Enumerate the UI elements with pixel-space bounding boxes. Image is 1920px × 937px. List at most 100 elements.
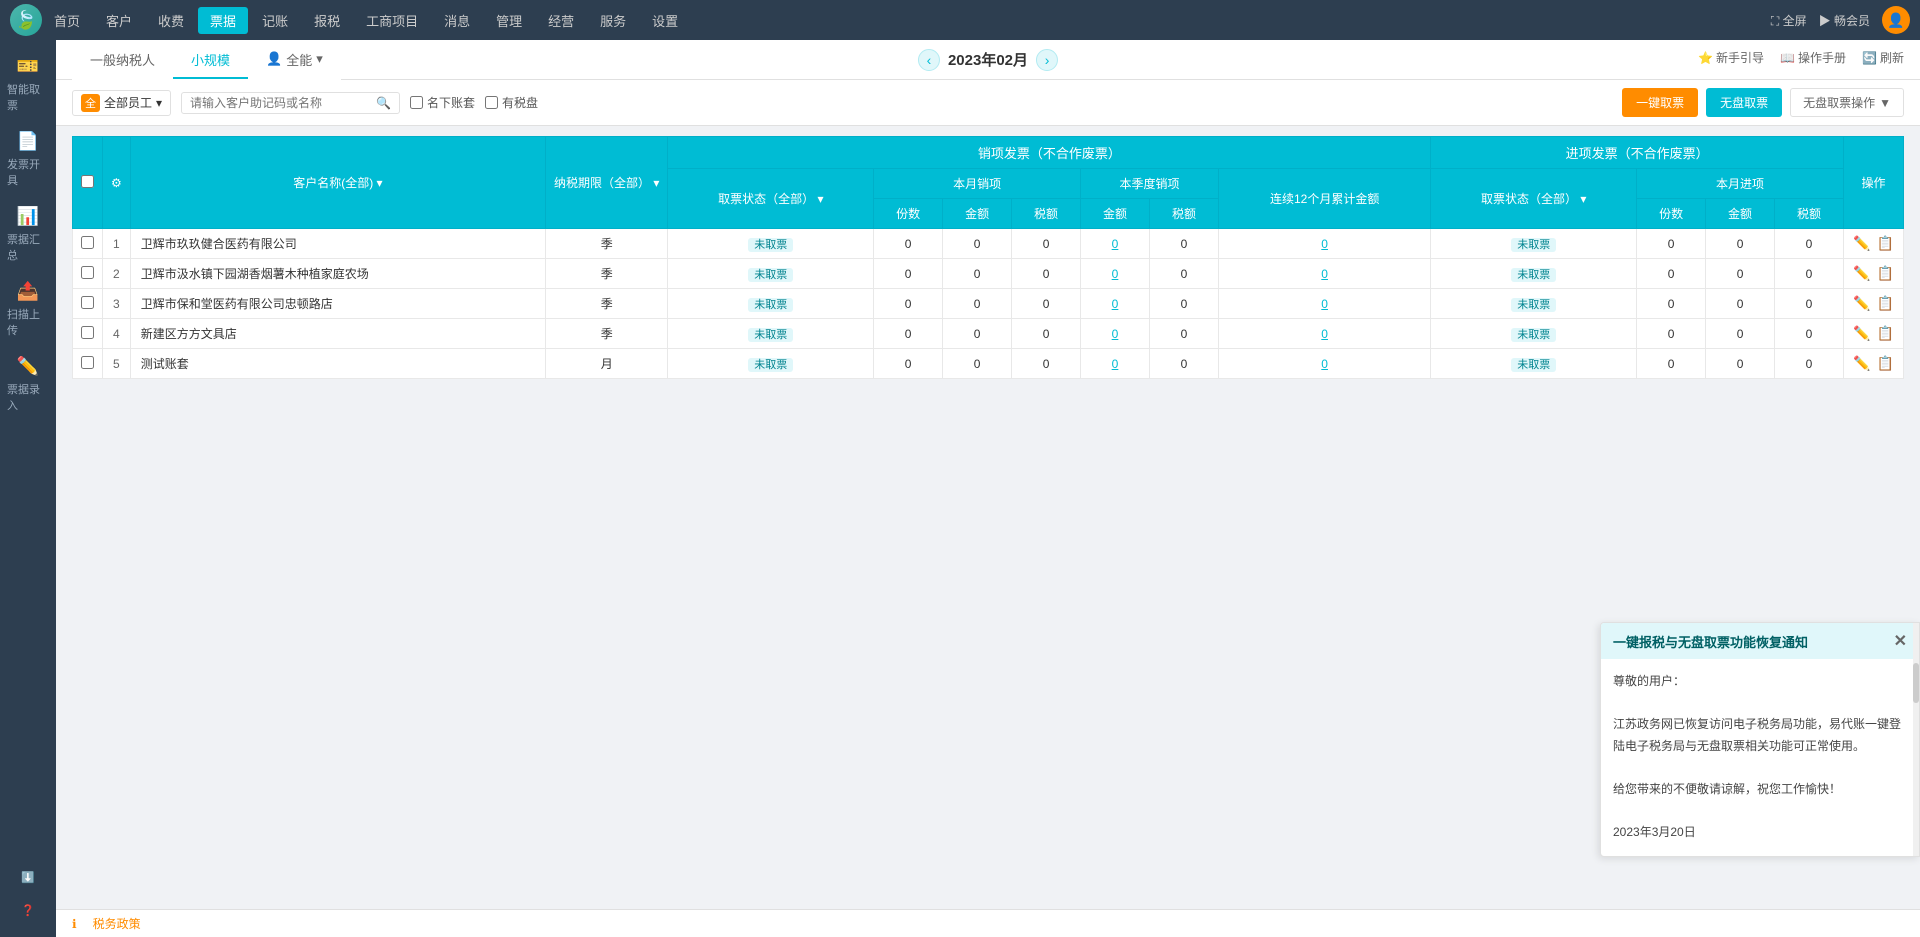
one-click-btn[interactable]: 一键取票 [1622, 88, 1698, 117]
no-disk-ops-btn[interactable]: 无盘取票操作 ▼ [1790, 88, 1904, 117]
row-s-quarter-tax: 0 [1149, 259, 1218, 289]
nav-operation[interactable]: 经营 [536, 7, 586, 34]
row-p-month-amt: 0 [1706, 319, 1775, 349]
row-s-month-tax: 0 [1012, 289, 1081, 319]
nav-invoice[interactable]: 票据 [198, 7, 248, 34]
th-sales-status: 取票状态（全部） ▾ [668, 169, 874, 229]
popup-scrollbar[interactable] [1913, 623, 1919, 856]
row-checkbox[interactable] [73, 349, 103, 379]
issue-invoice-icon: 📄 [17, 131, 39, 152]
app-logo: 🍃 [10, 4, 42, 36]
nav-settings[interactable]: 设置 [640, 7, 690, 34]
popup-scroll-thumb [1913, 663, 1919, 703]
settings-icon: ⚙ [111, 176, 122, 190]
table-row: 1 卫辉市玖玖健合医药有限公司 季 未取票 0 0 0 0 0 0 未取票 0 … [73, 229, 1904, 259]
nav-client[interactable]: 客户 [94, 7, 144, 34]
view-icon[interactable]: 📋 [1877, 235, 1894, 252]
sidebar-item-entry[interactable]: ✏️ 票据录入 [3, 348, 53, 421]
nav-message[interactable]: 消息 [432, 7, 482, 34]
prev-month-btn[interactable]: ‹ [918, 49, 940, 71]
sidebar-item-summary[interactable]: 📊 票据汇总 [3, 198, 53, 271]
nav-home[interactable]: 首页 [42, 7, 92, 34]
tab-small-scale[interactable]: 小规模 [173, 42, 248, 79]
taxable-checkbox[interactable] [485, 96, 498, 109]
search-input[interactable] [190, 96, 370, 110]
nav-manage[interactable]: 管理 [484, 7, 534, 34]
sidebar-item-smart-invoice[interactable]: 🎫 智能取票 [3, 48, 53, 121]
row-num: 1 [103, 229, 131, 259]
sidebar-item-issue-invoice[interactable]: 📄 发票开具 [3, 123, 53, 196]
new-guide-btn[interactable]: ⭐ 新手引导 [1698, 49, 1764, 66]
taxable-label: 有税盘 [502, 94, 538, 111]
account-checkbox[interactable] [410, 96, 423, 109]
th-checkbox [73, 137, 103, 229]
view-icon[interactable]: 📋 [1877, 355, 1894, 372]
entry-icon: ✏️ [17, 356, 39, 377]
th-s-quarter-amt: 金额 [1081, 199, 1150, 229]
popup-close-btn[interactable]: ✕ [1894, 631, 1907, 651]
view-icon[interactable]: 📋 [1877, 325, 1894, 342]
employee-filter[interactable]: 全 全部员工 ▾ [72, 90, 171, 116]
nav-tax[interactable]: 报税 [302, 7, 352, 34]
info-icon: ℹ [72, 917, 77, 931]
row-checkbox[interactable] [73, 319, 103, 349]
nav-service[interactable]: 服务 [588, 7, 638, 34]
row-period: 季 [546, 229, 668, 259]
row-purchase-status: 未取票 [1431, 259, 1637, 289]
row-num: 2 [103, 259, 131, 289]
nav-billing[interactable]: 收费 [146, 7, 196, 34]
next-month-btn[interactable]: › [1036, 49, 1058, 71]
tab-all-capable[interactable]: 👤 全能 ▾ [248, 42, 341, 79]
row-s-month-amt: 0 [943, 229, 1012, 259]
row-period: 季 [546, 259, 668, 289]
edit-icon[interactable]: ✏️ [1853, 325, 1870, 342]
label-taxable-checkbox[interactable]: 有税盘 [485, 94, 538, 111]
row-p-month-qty: 0 [1637, 289, 1706, 319]
main-table: ⚙ 客户名称(全部) ▾ 纳税期限（全部） ▾ 销项发票（不合作废票） 进项发票… [72, 136, 1904, 379]
row-checkbox[interactable] [73, 289, 103, 319]
row-actions: ✏️ 📋 [1844, 349, 1904, 379]
edit-icon[interactable]: ✏️ [1853, 265, 1870, 282]
user-avatar[interactable]: 👤 [1882, 6, 1910, 34]
th-12month: 连续12个月累计金额 [1218, 169, 1430, 229]
row-p-month-tax: 0 [1775, 349, 1844, 379]
row-checkbox[interactable] [73, 259, 103, 289]
no-disk-btn[interactable]: 无盘取票 [1706, 88, 1782, 117]
view-icon[interactable]: 📋 [1877, 265, 1894, 282]
th-settings: ⚙ [103, 137, 131, 229]
edit-icon[interactable]: ✏️ [1853, 235, 1870, 252]
current-month: 2023年02月 [948, 49, 1028, 70]
nav-bookkeeping[interactable]: 记账 [250, 7, 300, 34]
row-p-month-amt: 0 [1706, 289, 1775, 319]
tab-general-taxpayer[interactable]: 一般纳税人 [72, 42, 173, 79]
employee-filter-label: 全部员工 [104, 94, 152, 111]
row-sales-status: 未取票 [668, 259, 874, 289]
row-client: 卫辉市汲水镇下园湖香烟薯木种植家庭农场 [130, 259, 545, 289]
sidebar-help[interactable]: ❓ [3, 896, 53, 925]
sidebar-label-entry: 票据录入 [7, 381, 49, 413]
th-client: 客户名称(全部) ▾ [130, 137, 545, 229]
refresh-btn[interactable]: 🔄 刷新 [1862, 49, 1904, 66]
row-s-month-amt: 0 [943, 349, 1012, 379]
tax-policy-link[interactable]: 税务政策 [93, 915, 141, 932]
edit-icon[interactable]: ✏️ [1853, 355, 1870, 372]
select-all-checkbox[interactable] [81, 175, 94, 188]
sidebar-item-scan[interactable]: 📤 扫描上传 [3, 273, 53, 346]
edit-icon[interactable]: ✏️ [1853, 295, 1870, 312]
manual-btn[interactable]: 📖 操作手册 [1780, 49, 1846, 66]
sidebar-download[interactable]: ⬇️ [3, 863, 53, 892]
nav-business[interactable]: 工商项目 [354, 7, 430, 34]
th-action: 操作 [1844, 137, 1904, 229]
view-icon[interactable]: 📋 [1877, 295, 1894, 312]
vip-btn[interactable]: ▶ 畅会员 [1819, 12, 1870, 29]
fullscreen-btn[interactable]: ⛶ 全屏 [1771, 12, 1807, 29]
row-checkbox[interactable] [73, 229, 103, 259]
chevron-down-icon: ▾ [316, 51, 323, 67]
summary-icon: 📊 [17, 206, 39, 227]
row-p-month-qty: 0 [1637, 229, 1706, 259]
th-s-month-tax: 税额 [1012, 199, 1081, 229]
sidebar-label-summary: 票据汇总 [7, 231, 49, 263]
label-account-checkbox[interactable]: 名下账套 [410, 94, 475, 111]
th-s-quarter-tax: 税额 [1149, 199, 1218, 229]
search-icon[interactable]: 🔍 [376, 96, 391, 110]
